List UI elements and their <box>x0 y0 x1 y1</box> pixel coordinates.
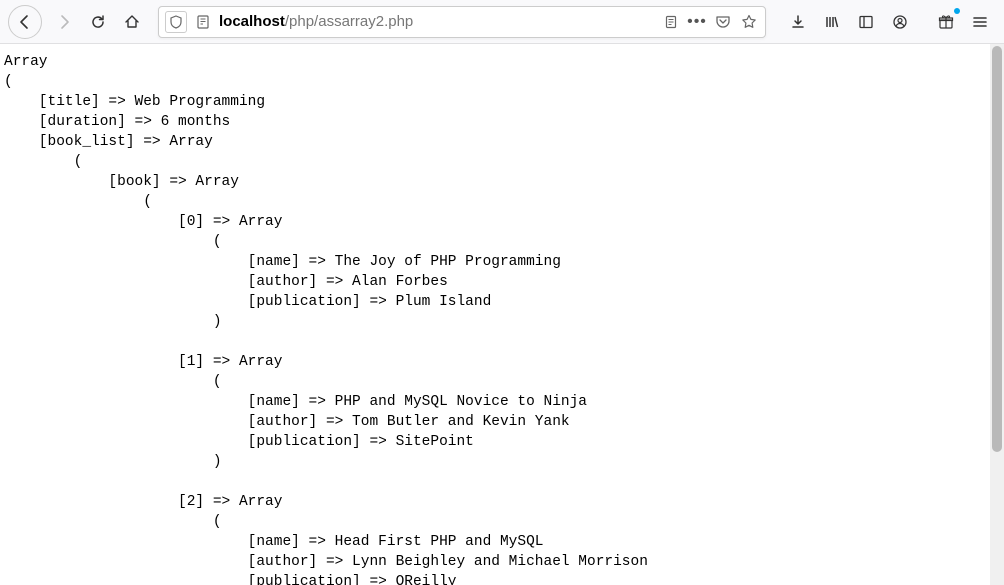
back-button[interactable] <box>8 5 42 39</box>
sidebar-icon[interactable] <box>850 6 882 38</box>
reload-button[interactable] <box>82 6 114 38</box>
url-host: localhost <box>219 13 285 30</box>
browser-toolbar: localhost/php/assarray2.php ••• <box>0 0 1004 44</box>
toolbar-right-icons <box>782 6 996 38</box>
page-info-icon[interactable] <box>193 12 213 32</box>
content-wrapper: Array ( [title] => Web Programming [dura… <box>0 44 1004 585</box>
pocket-icon[interactable] <box>713 12 733 32</box>
vertical-scrollbar[interactable] <box>990 44 1004 585</box>
account-icon[interactable] <box>884 6 916 38</box>
downloads-icon[interactable] <box>782 6 814 38</box>
bookmark-star-icon[interactable] <box>739 12 759 32</box>
url-bar[interactable]: localhost/php/assarray2.php ••• <box>158 6 766 38</box>
scroll-thumb[interactable] <box>992 46 1002 452</box>
forward-button <box>48 6 80 38</box>
page-content: Array ( [title] => Web Programming [dura… <box>0 44 990 585</box>
menu-icon[interactable] <box>964 6 996 38</box>
url-path: /php/assarray2.php <box>285 13 413 30</box>
reader-mode-icon[interactable] <box>661 12 681 32</box>
php-output: Array ( [title] => Web Programming [dura… <box>4 52 986 585</box>
home-button[interactable] <box>116 6 148 38</box>
library-icon[interactable] <box>816 6 848 38</box>
page-actions-icon[interactable]: ••• <box>687 12 707 32</box>
shield-icon[interactable] <box>165 11 187 33</box>
url-text: localhost/php/assarray2.php <box>219 13 655 30</box>
whatsnew-icon[interactable] <box>930 6 962 38</box>
